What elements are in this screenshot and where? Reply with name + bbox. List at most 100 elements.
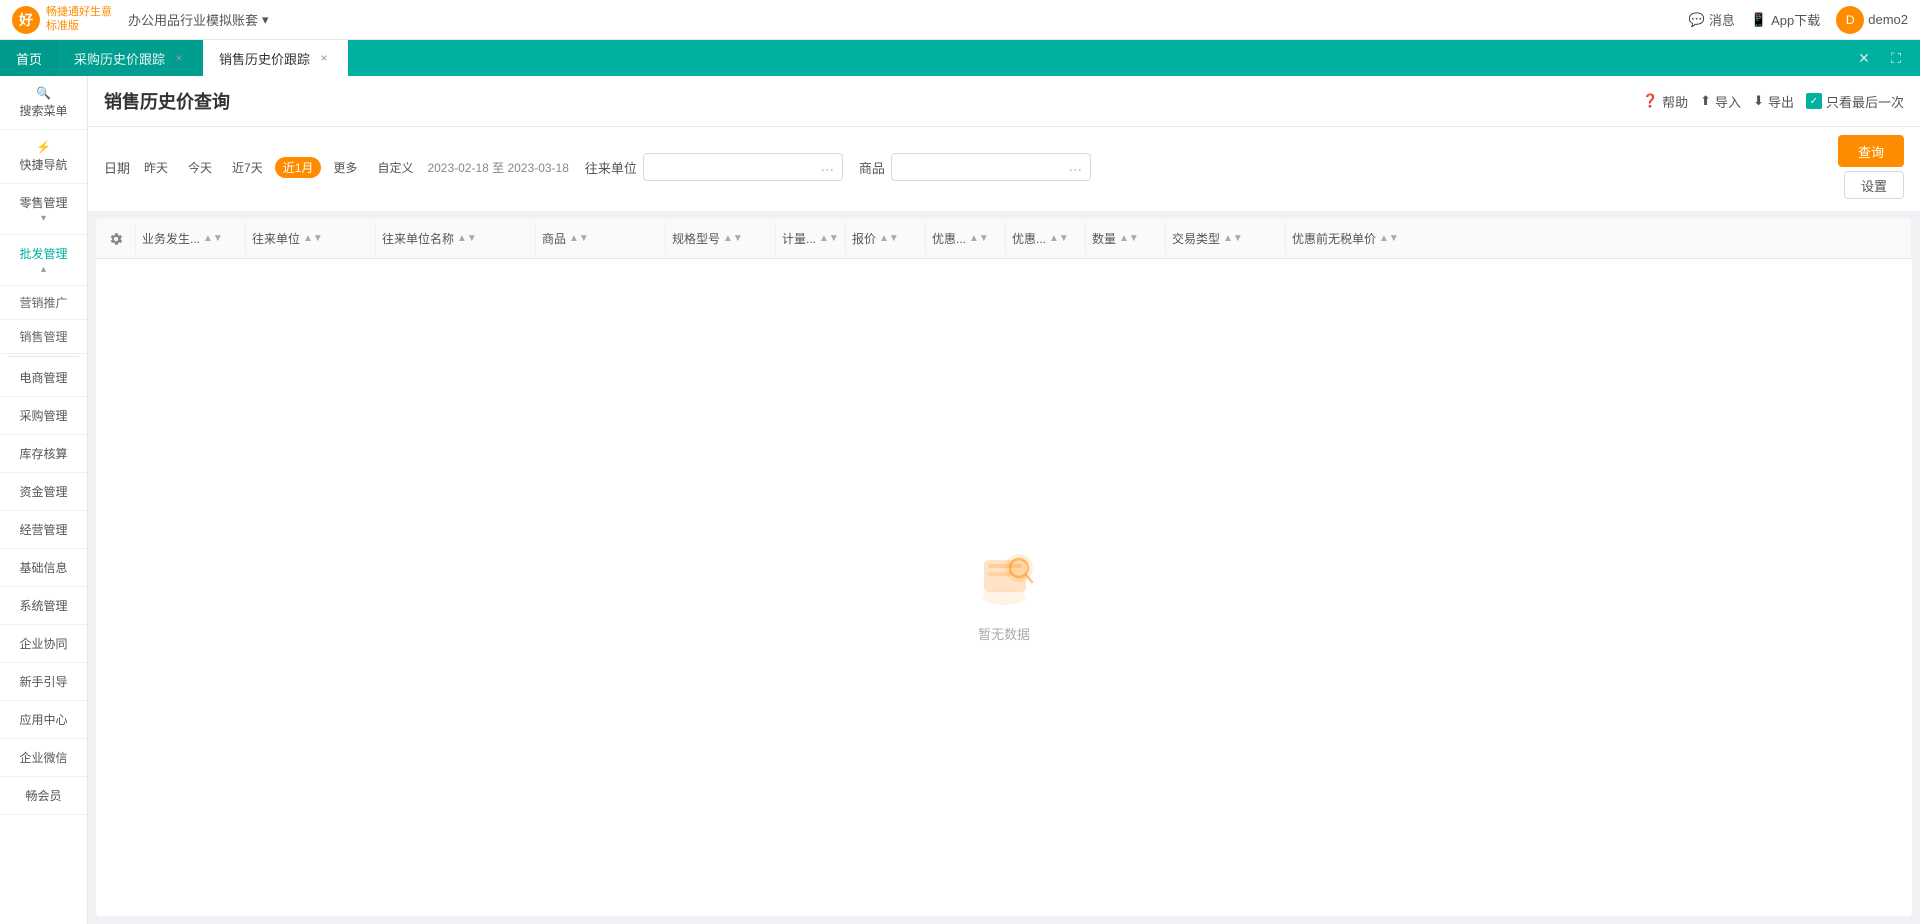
sort-icon-9: ▲▼ bbox=[1049, 234, 1069, 244]
th-product[interactable]: 商品 ▲▼ bbox=[536, 222, 666, 255]
th-unit-code-label: 往来单位 bbox=[252, 230, 300, 247]
th-date[interactable]: 业务发生... ▲▼ bbox=[136, 222, 246, 255]
unit-input-dots: ... bbox=[821, 158, 834, 176]
tab-purchase-history[interactable]: 采购历史价跟踪 × bbox=[58, 40, 203, 76]
unit-label: 往来单位 bbox=[585, 158, 637, 177]
tab-close-icon[interactable]: × bbox=[171, 50, 187, 66]
th-measure-label: 计量... bbox=[782, 230, 816, 247]
th-settings[interactable] bbox=[96, 224, 136, 254]
import-icon: ⬆ bbox=[1700, 93, 1711, 109]
th-spec-label: 规格型号 bbox=[672, 230, 720, 247]
sidebar-item-search[interactable]: 🔍 搜索菜单 bbox=[0, 76, 87, 130]
th-measure[interactable]: 计量... ▲▼ bbox=[776, 222, 846, 255]
date-btn-7days[interactable]: 近7天 bbox=[224, 157, 271, 178]
gear-icon bbox=[109, 232, 123, 246]
content-area: 销售历史价查询 ❓ 帮助 ⬆ 导入 ⬇ 导出 ✓ bbox=[88, 76, 1920, 924]
only-last-checkbox[interactable]: ✓ 只看最后一次 bbox=[1806, 92, 1904, 111]
tab-close-window-btn[interactable]: ✕ bbox=[1852, 46, 1876, 70]
product-label: 商品 bbox=[859, 158, 885, 177]
sort-icon-3: ▲▼ bbox=[457, 234, 477, 244]
page-title: 销售历史价查询 bbox=[104, 88, 230, 114]
sidebar-item-operations[interactable]: 经营管理 bbox=[0, 511, 87, 549]
th-pretax-price[interactable]: 优惠前无税单价 ▲▼ bbox=[1286, 222, 1912, 255]
user-area[interactable]: D demo2 bbox=[1836, 6, 1908, 34]
settings-btn[interactable]: 设置 bbox=[1844, 171, 1904, 199]
sort-icon-10: ▲▼ bbox=[1119, 234, 1139, 244]
date-btn-today[interactable]: 今天 bbox=[180, 157, 220, 178]
filter-area: 日期 昨天 今天 近7天 近1月 更多 自定义 2023-02-18 至 202… bbox=[88, 127, 1920, 211]
sidebar-item-member[interactable]: 畅会员 bbox=[0, 777, 87, 815]
th-discount1[interactable]: 优惠... ▲▼ bbox=[926, 222, 1006, 255]
th-unit-code[interactable]: 往来单位 ▲▼ bbox=[246, 222, 376, 255]
logo-text: 畅捷通好生意 标准版 bbox=[46, 6, 112, 32]
top-bar-right: 💬 消息 📱 App下载 D demo2 bbox=[1689, 6, 1908, 34]
sidebar-item-guide[interactable]: 新手引导 bbox=[0, 663, 87, 701]
sidebar-item-inventory[interactable]: 库存核算 bbox=[0, 435, 87, 473]
product-filter-group: 商品 ... bbox=[859, 153, 1091, 181]
export-icon: ⬇ bbox=[1753, 93, 1764, 109]
tab-close-icon-2[interactable]: × bbox=[316, 50, 332, 66]
th-qty-label: 数量 bbox=[1092, 230, 1116, 247]
top-bar-left: 好 畅捷通好生意 标准版 办公用品行业模拟账套 ▾ bbox=[12, 6, 277, 34]
chevron-down-icon: ▾ bbox=[41, 213, 46, 224]
top-bar: 好 畅捷通好生意 标准版 办公用品行业模拟账套 ▾ 💬 消息 📱 App下载 D… bbox=[0, 0, 1920, 40]
app-download-btn[interactable]: 📱 App下载 bbox=[1751, 10, 1820, 29]
th-price-label: 报价 bbox=[852, 230, 876, 247]
sidebar-item-purchase[interactable]: 采购管理 bbox=[0, 397, 87, 435]
sidebar-item-apps[interactable]: 应用中心 bbox=[0, 701, 87, 739]
tab-sales-history[interactable]: 销售历史价跟踪 × bbox=[203, 40, 348, 76]
sidebar-item-enterprise[interactable]: 企业协同 bbox=[0, 625, 87, 663]
th-qty[interactable]: 数量 ▲▼ bbox=[1086, 222, 1166, 255]
table-wrapper: 业务发生... ▲▼ 往来单位 ▲▼ 往来单位名称 ▲▼ 商品 ▲▼ 规格型号 bbox=[96, 219, 1912, 916]
filter-row: 日期 昨天 今天 近7天 近1月 更多 自定义 2023-02-18 至 202… bbox=[104, 135, 1904, 199]
sidebar-item-finance[interactable]: 资金管理 bbox=[0, 473, 87, 511]
th-discount2[interactable]: 优惠... ▲▼ bbox=[1006, 222, 1086, 255]
sidebar-item-marketing[interactable]: 营销推广 bbox=[0, 286, 87, 320]
empty-data-icon bbox=[964, 532, 1044, 612]
date-btns: 昨天 今天 近7天 近1月 更多 自定义 bbox=[136, 157, 421, 178]
sidebar-item-ecommerce[interactable]: 电商管理 bbox=[0, 359, 87, 397]
export-btn[interactable]: ⬇ 导出 bbox=[1753, 92, 1794, 111]
tab-home[interactable]: 首页 bbox=[0, 40, 58, 76]
sidebar-item-basic[interactable]: 基础信息 bbox=[0, 549, 87, 587]
sort-icon-2: ▲▼ bbox=[303, 234, 323, 244]
account-selector[interactable]: 办公用品行业模拟账套 ▾ bbox=[120, 6, 277, 33]
sort-icon-8: ▲▼ bbox=[969, 234, 989, 244]
avatar: D bbox=[1836, 6, 1864, 34]
sort-icon-6: ▲▼ bbox=[819, 234, 839, 244]
tab-bar: 首页 采购历史价跟踪 × 销售历史价跟踪 × ✕ ⛶ bbox=[0, 40, 1920, 76]
sidebar-item-system[interactable]: 系统管理 bbox=[0, 587, 87, 625]
sidebar-item-quick-nav[interactable]: ⚡ 快捷导航 bbox=[0, 130, 87, 184]
th-spec[interactable]: 规格型号 ▲▼ bbox=[666, 222, 776, 255]
th-pretax-price-label: 优惠前无税单价 bbox=[1292, 230, 1376, 247]
th-unit-name[interactable]: 往来单位名称 ▲▼ bbox=[376, 222, 536, 255]
checkbox-checked-icon: ✓ bbox=[1806, 93, 1822, 109]
th-price[interactable]: 报价 ▲▼ bbox=[846, 222, 926, 255]
th-trade-type-label: 交易类型 bbox=[1172, 230, 1220, 247]
sidebar: 🔍 搜索菜单 ⚡ 快捷导航 零售管理 ▾ 批发管理 ▴ 营销推广 销售管理 电商… bbox=[0, 76, 88, 924]
sidebar-divider bbox=[8, 356, 79, 357]
query-btn[interactable]: 查询 bbox=[1838, 135, 1904, 167]
date-btn-custom[interactable]: 自定义 bbox=[369, 157, 421, 178]
date-btn-yesterday[interactable]: 昨天 bbox=[136, 157, 176, 178]
sort-icon-11: ▲▼ bbox=[1223, 234, 1243, 244]
product-input[interactable]: ... bbox=[891, 153, 1091, 181]
sidebar-item-wholesale[interactable]: 批发管理 ▴ bbox=[0, 235, 87, 286]
message-btn[interactable]: 💬 消息 bbox=[1689, 10, 1735, 29]
import-btn[interactable]: ⬆ 导入 bbox=[1700, 92, 1741, 111]
sidebar-item-retail[interactable]: 零售管理 ▾ bbox=[0, 184, 87, 235]
sidebar-item-sales[interactable]: 销售管理 bbox=[0, 320, 87, 354]
sort-icon-12: ▲▼ bbox=[1379, 234, 1399, 244]
tab-maximize-btn[interactable]: ⛶ bbox=[1884, 46, 1908, 70]
date-range-text: 2023-02-18 至 2023-03-18 bbox=[427, 159, 568, 176]
unit-input[interactable]: ... bbox=[643, 153, 843, 181]
help-btn[interactable]: ❓ 帮助 bbox=[1642, 92, 1688, 111]
th-trade-type[interactable]: 交易类型 ▲▼ bbox=[1166, 222, 1286, 255]
sort-icon-4: ▲▼ bbox=[569, 234, 589, 244]
sidebar-item-wechat[interactable]: 企业微信 bbox=[0, 739, 87, 777]
product-input-dots: ... bbox=[1069, 158, 1082, 176]
date-btn-1month[interactable]: 近1月 bbox=[275, 157, 322, 178]
date-btn-more[interactable]: 更多 bbox=[325, 157, 365, 178]
chevron-up-icon: ▴ bbox=[41, 264, 46, 275]
main-layout: 🔍 搜索菜单 ⚡ 快捷导航 零售管理 ▾ 批发管理 ▴ 营销推广 销售管理 电商… bbox=[0, 76, 1920, 924]
